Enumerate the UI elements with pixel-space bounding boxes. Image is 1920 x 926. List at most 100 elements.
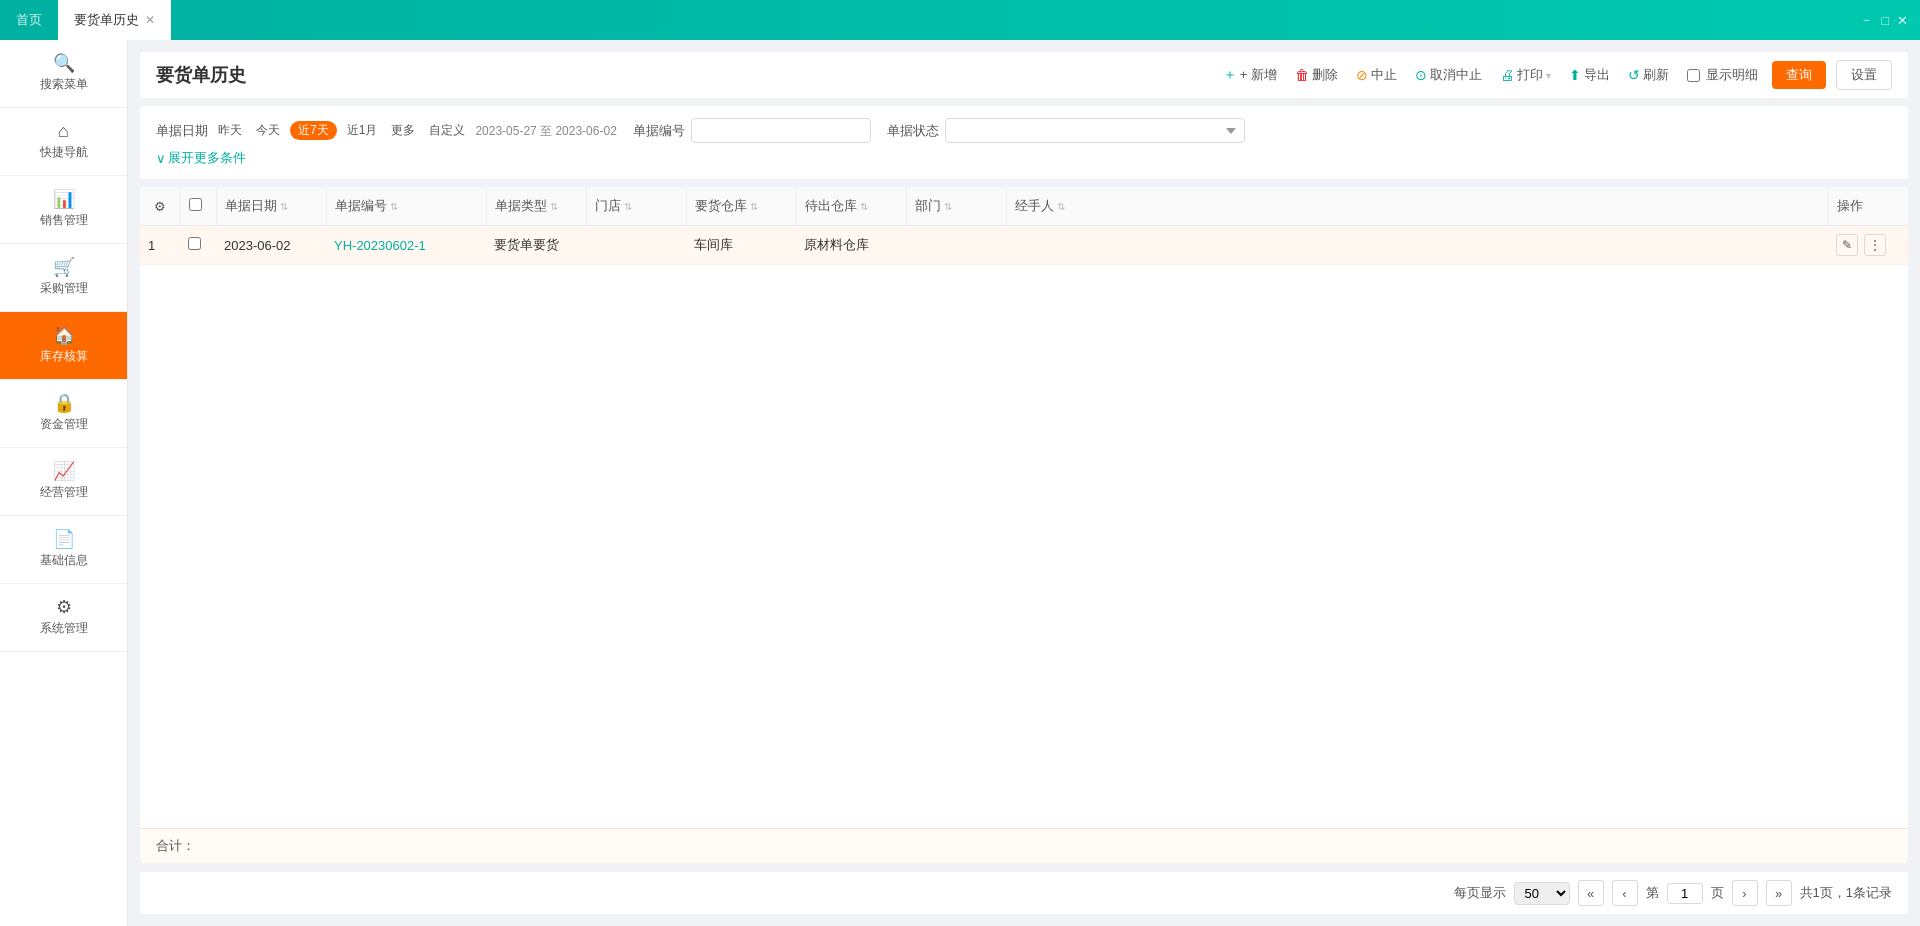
toolbar: ＋ + 新增 🗑 删除 ⊘ 中止 ⊙ 取消中止 🖨 打印 (1219, 60, 1892, 90)
export-button[interactable]: ⬆ 导出 (1565, 64, 1614, 86)
th-pending-warehouse[interactable]: 待出仓库 ⇅ (796, 187, 906, 226)
print-button[interactable]: 🖨 打印 ▾ (1496, 64, 1555, 86)
print-icon: 🖨 (1500, 67, 1514, 83)
td-type: 要货单要货 (486, 226, 586, 265)
th-settings[interactable]: ⚙ (140, 187, 180, 226)
shortcut-today[interactable]: 今天 (252, 121, 284, 140)
shortcut-yesterday[interactable]: 昨天 (214, 121, 246, 140)
tab-close-icon[interactable]: ✕ (145, 13, 155, 27)
total-records: 共1页，1条记录 (1800, 884, 1892, 902)
sidebar-label-system-mgmt: 系统管理 (40, 620, 88, 637)
query-button[interactable]: 查询 (1772, 61, 1826, 89)
sidebar-label-inventory: 库存核算 (40, 348, 88, 365)
sidebar-item-system-mgmt[interactable]: ⚙ 系统管理 (0, 584, 127, 652)
delete-button[interactable]: 🗑 删除 (1291, 64, 1342, 86)
sidebar-item-purchase-mgmt[interactable]: 🛒 采购管理 (0, 244, 127, 312)
th-store-label: 门店 (595, 197, 621, 215)
first-page-btn[interactable]: « (1578, 880, 1604, 906)
page-size-select[interactable]: 50 100 200 (1514, 882, 1570, 905)
last-page-btn[interactable]: » (1766, 880, 1792, 906)
td-store (586, 226, 686, 265)
refresh-button[interactable]: ↺ 刷新 (1624, 64, 1673, 86)
system-mgmt-icon: ⚙ (56, 598, 72, 616)
suspend-icon: ⊘ (1356, 67, 1368, 83)
display-detail-button[interactable]: 显示明细 (1683, 64, 1762, 86)
sidebar-label-quick-nav: 快捷导航 (40, 144, 88, 161)
top-bar: 首页 要货单历史 ✕ － □ ✕ (0, 0, 1920, 40)
suspend-button[interactable]: ⊘ 中止 (1352, 64, 1401, 86)
filter-area: 单据日期 昨天 今天 近7天 近1月 更多 自定义 2023-05-27 至 2… (140, 106, 1908, 179)
th-action-label: 操作 (1837, 198, 1863, 213)
page-jump-prefix: 第 (1646, 884, 1659, 902)
inventory-icon: 🏠 (53, 326, 75, 344)
tab-home[interactable]: 首页 (0, 0, 58, 40)
shortcut-custom[interactable]: 自定义 (425, 121, 469, 140)
shortcut-7days[interactable]: 近7天 (290, 121, 337, 140)
display-detail-checkbox[interactable] (1687, 69, 1700, 82)
td-docno: YH-20230602-1 (326, 226, 486, 265)
row-more-icon[interactable]: ⋮ (1864, 234, 1886, 256)
row-edit-icon[interactable]: ✎ (1836, 234, 1858, 256)
sidebar-label-search-menu: 搜索菜单 (40, 76, 88, 93)
expand-more-btn[interactable]: ∨ 展开更多条件 (156, 149, 1892, 167)
summary-row: 合计： (140, 828, 1908, 863)
th-docno-sort-icon: ⇅ (390, 201, 398, 212)
cancel-suspend-button[interactable]: ⊙ 取消中止 (1411, 64, 1486, 86)
th-dept-sort-icon: ⇅ (944, 201, 952, 212)
sidebar-item-capital-mgmt[interactable]: 🔒 资金管理 (0, 380, 127, 448)
sidebar-label-purchase-mgmt: 采购管理 (40, 280, 88, 297)
cancel-suspend-icon: ⊙ (1415, 67, 1427, 83)
capital-mgmt-icon: 🔒 (53, 394, 75, 412)
basic-info-icon: 📄 (53, 530, 75, 548)
sidebar-item-basic-info[interactable]: 📄 基础信息 (0, 516, 127, 584)
sidebar: 🔍 搜索菜单 ⌂ 快捷导航 📊 销售管理 🛒 采购管理 🏠 库存核算 🔒 资金管… (0, 40, 128, 926)
th-pending-sort-icon: ⇅ (860, 201, 868, 212)
th-type-label: 单据类型 (495, 197, 547, 215)
docno-input[interactable] (691, 118, 871, 143)
docno-filter-label: 单据编号 (633, 122, 685, 140)
settings-button[interactable]: 设置 (1836, 60, 1892, 90)
th-warehouse[interactable]: 要货仓库 ⇅ (686, 187, 796, 226)
docno-link[interactable]: YH-20230602-1 (334, 238, 426, 253)
th-date[interactable]: 单据日期 ⇅ (216, 187, 326, 226)
sidebar-item-operations-mgmt[interactable]: 📈 经营管理 (0, 448, 127, 516)
export-label: 导出 (1584, 66, 1610, 84)
shortcut-1month[interactable]: 近1月 (343, 121, 382, 140)
th-handler[interactable]: 经手人 ⇅ (1006, 187, 1828, 226)
th-date-label: 单据日期 (225, 197, 277, 215)
sidebar-item-inventory[interactable]: 🏠 库存核算 (0, 312, 127, 380)
refresh-label: 刷新 (1643, 66, 1669, 84)
th-store-sort-icon: ⇅ (624, 201, 632, 212)
operations-mgmt-icon: 📈 (53, 462, 75, 480)
th-docno[interactable]: 单据编号 ⇅ (326, 187, 486, 226)
new-button[interactable]: ＋ + 新增 (1219, 64, 1281, 86)
row-checkbox[interactable] (188, 237, 201, 250)
date-shortcuts: 昨天 今天 近7天 近1月 更多 自定义 (214, 121, 469, 140)
td-handler (1006, 226, 1828, 265)
tab-requisition-label: 要货单历史 (74, 11, 139, 29)
th-type[interactable]: 单据类型 ⇅ (486, 187, 586, 226)
page-number-input[interactable] (1667, 883, 1703, 904)
th-dept[interactable]: 部门 ⇅ (906, 187, 1006, 226)
th-store[interactable]: 门店 ⇅ (586, 187, 686, 226)
sidebar-item-sales-mgmt[interactable]: 📊 销售管理 (0, 176, 127, 244)
next-page-btn[interactable]: › (1732, 880, 1758, 906)
minimize-btn[interactable]: － (1860, 11, 1873, 29)
window-controls: － □ ✕ (1848, 11, 1920, 29)
delete-label: 删除 (1312, 66, 1338, 84)
sidebar-label-basic-info: 基础信息 (40, 552, 88, 569)
shortcut-more[interactable]: 更多 (387, 121, 419, 140)
select-all-checkbox[interactable] (189, 198, 202, 211)
prev-page-btn[interactable]: ‹ (1612, 880, 1638, 906)
sidebar-item-search-menu[interactable]: 🔍 搜索菜单 (0, 40, 127, 108)
summary-label: 合计： (156, 837, 195, 855)
pagination-bar: 每页显示 50 100 200 « ‹ 第 页 › » 共1页，1条记录 (140, 871, 1908, 914)
status-select[interactable] (945, 118, 1245, 143)
th-pending-label: 待出仓库 (805, 197, 857, 215)
sidebar-item-quick-nav[interactable]: ⌂ 快捷导航 (0, 108, 127, 176)
close-btn[interactable]: ✕ (1897, 13, 1908, 28)
content-area: 要货单历史 ＋ + 新增 🗑 删除 ⊘ 中止 ⊙ 取消中止 (128, 40, 1920, 926)
maximize-btn[interactable]: □ (1881, 13, 1889, 28)
tab-requisition-history[interactable]: 要货单历史 ✕ (58, 0, 171, 40)
th-warehouse-sort-icon: ⇅ (750, 201, 758, 212)
